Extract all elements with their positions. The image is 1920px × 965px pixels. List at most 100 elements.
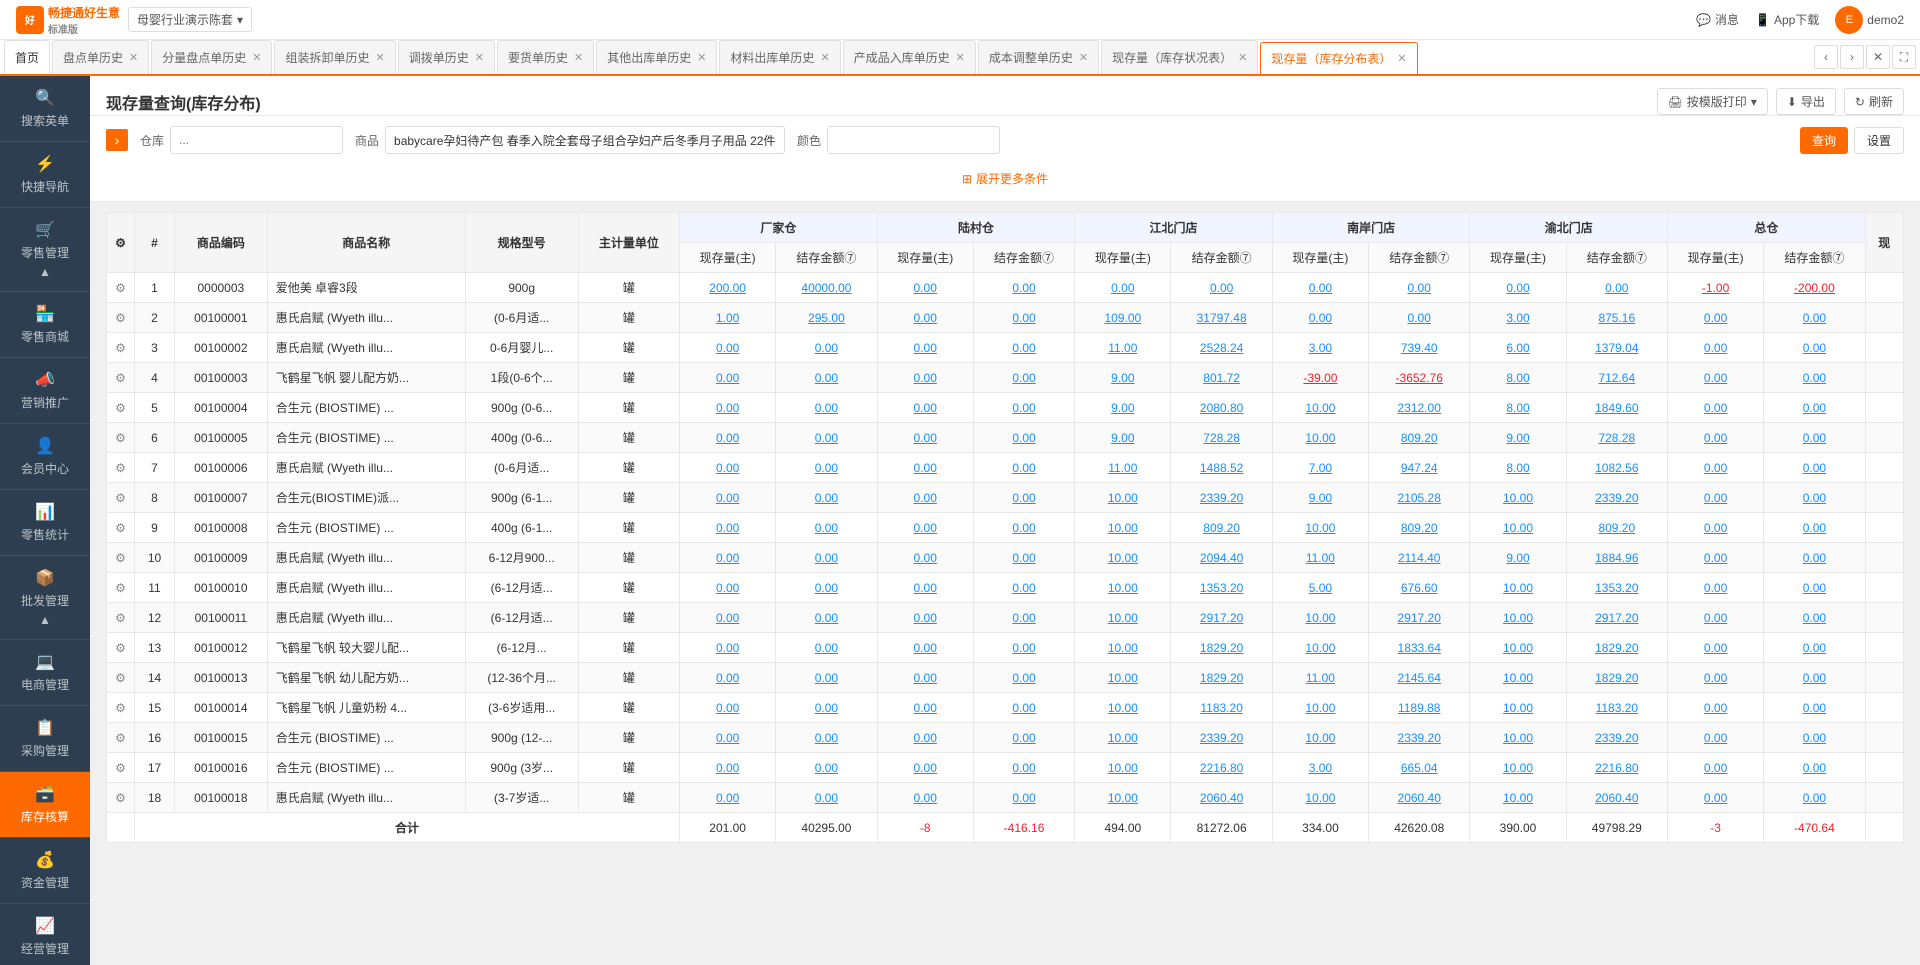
cell-settings[interactable]: ⚙ bbox=[107, 363, 135, 393]
warehouse-label: 仓库 bbox=[140, 132, 164, 149]
tab-9[interactable]: 成本调整单历史✕ bbox=[978, 40, 1099, 74]
cell-code: 00100014 bbox=[174, 693, 267, 723]
cell-settings[interactable]: ⚙ bbox=[107, 573, 135, 603]
expand-conditions-btn[interactable]: ⊞ 展开更多条件 bbox=[962, 170, 1048, 187]
summary-w2-qty: 494.00 bbox=[1075, 813, 1171, 843]
sidebar-item-2[interactable]: 🛒 零售管理▲ bbox=[0, 208, 90, 292]
cell-settings[interactable]: ⚙ bbox=[107, 753, 135, 783]
tab-close-btn[interactable]: ✕ bbox=[1866, 45, 1890, 69]
summary-w3-amt: 42620.08 bbox=[1369, 813, 1470, 843]
tab-label-10: 现存量（库存状况表） bbox=[1112, 49, 1232, 66]
cell-unit: 罐 bbox=[578, 513, 679, 543]
product-input[interactable] bbox=[385, 126, 785, 154]
cell-settings[interactable]: ⚙ bbox=[107, 333, 135, 363]
cell-settings[interactable]: ⚙ bbox=[107, 273, 135, 303]
export-btn[interactable]: ⬇ 导出 bbox=[1776, 88, 1836, 115]
tab-0[interactable]: 首页 bbox=[4, 40, 50, 74]
print-btn[interactable]: 🖨 按模版打印▾ bbox=[1657, 88, 1768, 115]
tab-close-8[interactable]: ✕ bbox=[956, 51, 965, 64]
tab-expand-btn[interactable]: ⛶ bbox=[1892, 45, 1916, 69]
tab-prev-btn[interactable]: ‹ bbox=[1814, 45, 1838, 69]
tab-10[interactable]: 现存量（库存状况表） ✕ bbox=[1101, 40, 1258, 74]
collapse-arrow[interactable]: › bbox=[106, 129, 128, 151]
cell-current bbox=[1865, 483, 1903, 513]
sidebar-item-4[interactable]: 📣 营销推广 bbox=[0, 358, 90, 424]
sidebar-item-11[interactable]: 💰 资金管理 bbox=[0, 838, 90, 904]
tab-close-3[interactable]: ✕ bbox=[376, 51, 385, 64]
cell-settings[interactable]: ⚙ bbox=[107, 483, 135, 513]
sidebar-item-10[interactable]: 🗃️ 库存核算 bbox=[0, 772, 90, 838]
cell-w0-qty: 0.00 bbox=[680, 483, 776, 513]
industry-dropdown[interactable]: 母婴行业演示陈套 ▾ bbox=[128, 7, 252, 32]
cell-no: 4 bbox=[135, 363, 175, 393]
cell-settings[interactable]: ⚙ bbox=[107, 543, 135, 573]
tab-close-9[interactable]: ✕ bbox=[1079, 51, 1088, 64]
cell-w3-amt: 676.60 bbox=[1369, 573, 1470, 603]
sidebar-item-9[interactable]: 📋 采购管理 bbox=[0, 706, 90, 772]
col-settings[interactable]: ⚙ bbox=[107, 213, 135, 273]
sidebar-item-8[interactable]: 💻 电商管理 bbox=[0, 640, 90, 706]
tab-2[interactable]: 分量盘点单历史✕ bbox=[151, 40, 272, 74]
cell-w3-qty: 0.00 bbox=[1272, 303, 1368, 333]
cell-settings[interactable]: ⚙ bbox=[107, 393, 135, 423]
cell-w3-qty: 10.00 bbox=[1272, 603, 1368, 633]
color-input[interactable] bbox=[827, 126, 1000, 154]
cell-w3-amt: 2917.20 bbox=[1369, 603, 1470, 633]
tab-close-7[interactable]: ✕ bbox=[820, 51, 829, 64]
tab-close-5[interactable]: ✕ bbox=[574, 51, 583, 64]
sidebar-item-0[interactable]: 🔍 搜索英单 bbox=[0, 76, 90, 142]
cell-w3-qty: 10.00 bbox=[1272, 633, 1368, 663]
sidebar-label-3: 零售商城 bbox=[21, 328, 69, 345]
cell-settings[interactable]: ⚙ bbox=[107, 603, 135, 633]
tab-close-1[interactable]: ✕ bbox=[129, 51, 138, 64]
cell-settings[interactable]: ⚙ bbox=[107, 663, 135, 693]
tab-next-btn[interactable]: › bbox=[1840, 45, 1864, 69]
tab-7[interactable]: 材料出库单历史✕ bbox=[719, 40, 840, 74]
cell-settings[interactable]: ⚙ bbox=[107, 633, 135, 663]
tab-5[interactable]: 要货单历史✕ bbox=[497, 40, 594, 74]
tab-8[interactable]: 产成品入库单历史✕ bbox=[843, 40, 976, 74]
refresh-btn[interactable]: ↻ 刷新 bbox=[1844, 88, 1904, 115]
cell-settings[interactable]: ⚙ bbox=[107, 783, 135, 813]
cell-no: 2 bbox=[135, 303, 175, 333]
cell-w3-qty: 10.00 bbox=[1272, 723, 1368, 753]
cell-w0-amt: 0.00 bbox=[776, 753, 877, 783]
cell-w2-qty: 9.00 bbox=[1075, 393, 1171, 423]
tab-close-2[interactable]: ✕ bbox=[252, 51, 261, 64]
tab-close-10[interactable]: ✕ bbox=[1238, 51, 1247, 64]
cell-settings[interactable]: ⚙ bbox=[107, 513, 135, 543]
cell-w5-amt: 0.00 bbox=[1764, 393, 1865, 423]
sidebar-item-12[interactable]: 📈 经营管理 bbox=[0, 904, 90, 965]
sidebar-item-6[interactable]: 📊 零售统计 bbox=[0, 490, 90, 556]
cell-w3-qty: 10.00 bbox=[1272, 393, 1368, 423]
cell-unit: 罐 bbox=[578, 453, 679, 483]
sidebar-item-5[interactable]: 👤 会员中心 bbox=[0, 424, 90, 490]
cell-settings[interactable]: ⚙ bbox=[107, 693, 135, 723]
sidebar-item-1[interactable]: ⚡ 快捷导航 bbox=[0, 142, 90, 208]
cell-w4-qty: 10.00 bbox=[1470, 603, 1566, 633]
cell-settings[interactable]: ⚙ bbox=[107, 423, 135, 453]
app-download-btn[interactable]: 📱 App下载 bbox=[1755, 11, 1819, 28]
cell-settings[interactable]: ⚙ bbox=[107, 453, 135, 483]
cell-w3-qty: 10.00 bbox=[1272, 513, 1368, 543]
message-btn[interactable]: 💬 消息 bbox=[1696, 11, 1739, 28]
cell-w0-amt: 0.00 bbox=[776, 423, 877, 453]
tab-close-6[interactable]: ✕ bbox=[697, 51, 706, 64]
warehouse-input[interactable] bbox=[170, 126, 343, 154]
cell-settings[interactable]: ⚙ bbox=[107, 723, 135, 753]
cell-spec: 900g (3岁... bbox=[465, 753, 578, 783]
tab-4[interactable]: 调拨单历史✕ bbox=[398, 40, 495, 74]
cell-settings[interactable]: ⚙ bbox=[107, 303, 135, 333]
tab-11[interactable]: 现存量（库存分布表）✕ bbox=[1260, 42, 1417, 74]
tab-3[interactable]: 组装拆卸单历史✕ bbox=[274, 40, 395, 74]
tab-close-4[interactable]: ✕ bbox=[475, 51, 484, 64]
tab-close-11[interactable]: ✕ bbox=[1397, 52, 1406, 65]
user-menu[interactable]: E demo2 bbox=[1835, 6, 1904, 34]
table-row: ⚙ 10 00100009 惠氏启赋 (Wyeth illu... 6-12月9… bbox=[107, 543, 1904, 573]
setting-btn[interactable]: 设置 bbox=[1854, 127, 1904, 154]
sidebar-item-7[interactable]: 📦 批发管理▲ bbox=[0, 556, 90, 640]
tab-1[interactable]: 盘点单历史✕ bbox=[52, 40, 149, 74]
sidebar-item-3[interactable]: 🏪 零售商城 bbox=[0, 292, 90, 358]
query-btn[interactable]: 查询 bbox=[1800, 127, 1848, 154]
tab-6[interactable]: 其他出库单历史✕ bbox=[596, 40, 717, 74]
